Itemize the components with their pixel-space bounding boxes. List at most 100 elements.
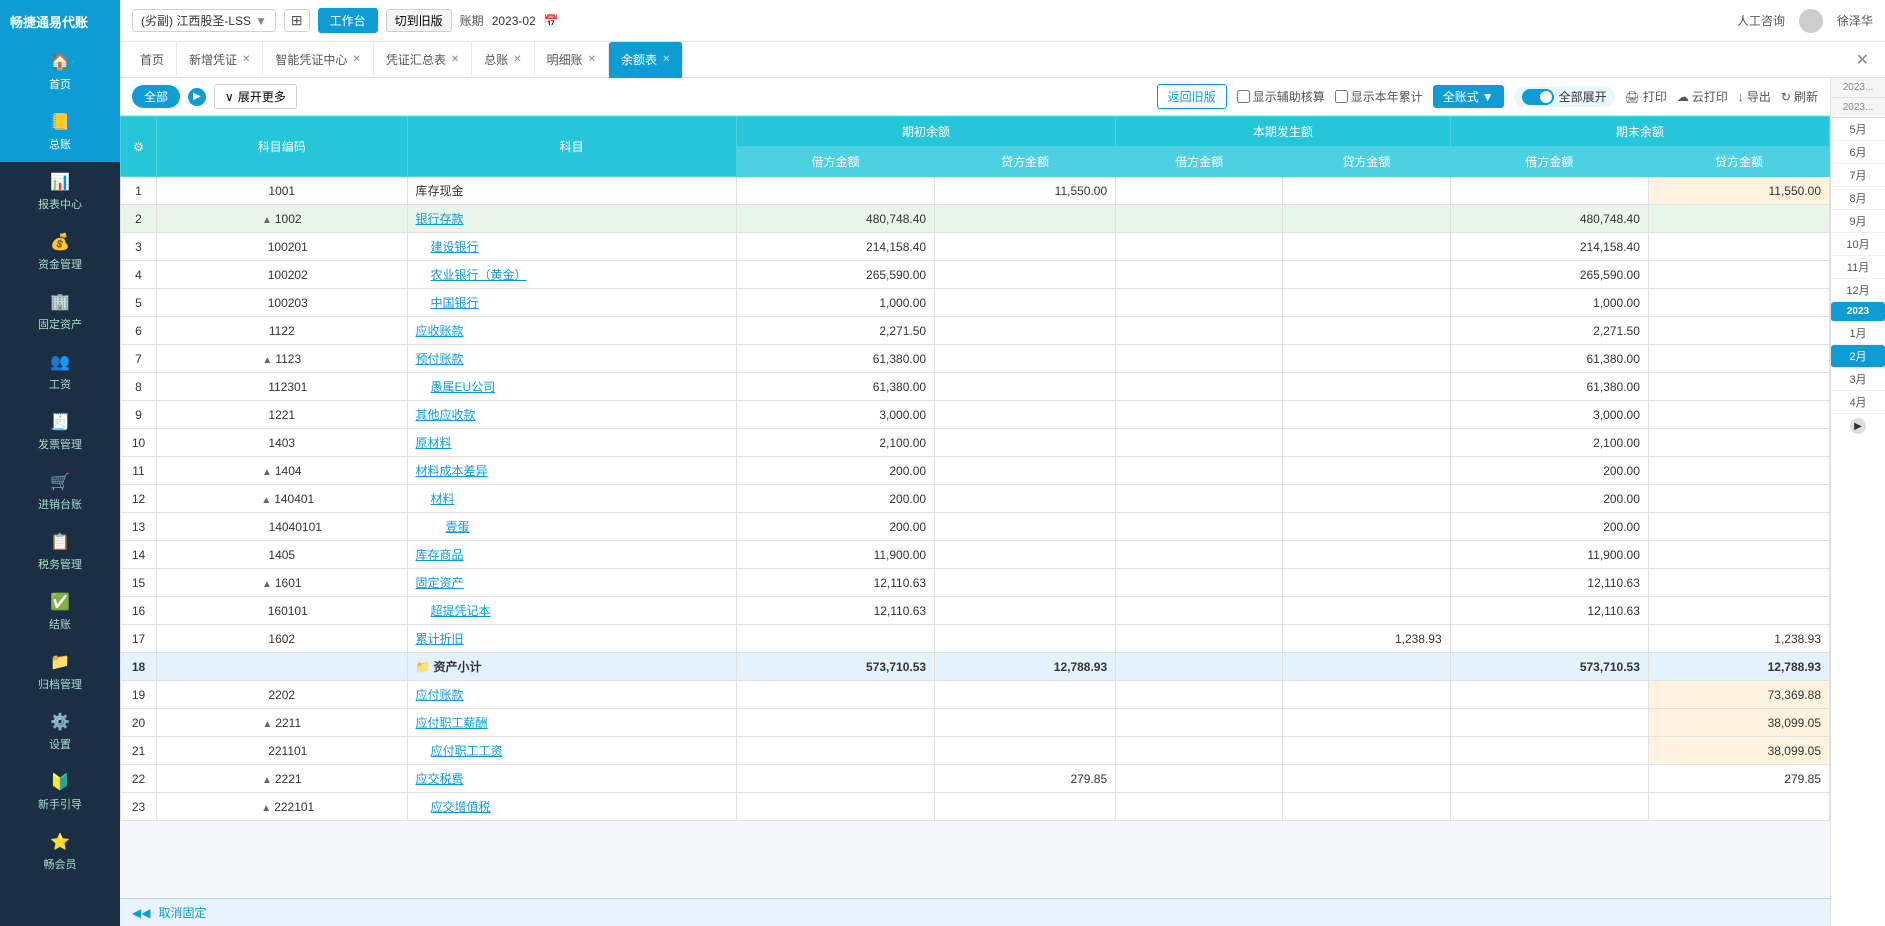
sidebar-item-settings[interactable]: ⚙️ 设置 — [0, 702, 120, 762]
tab-voucher-summary[interactable]: 凭证汇总表 ✕ — [374, 42, 472, 78]
expand-panel-button[interactable]: ▶ — [1831, 414, 1885, 438]
panel-toggle-icon[interactable]: ▶ — [1850, 418, 1866, 434]
content-area: 全部 ▶ ∨ 展开更多 返回旧版 显示辅助核算 — [120, 78, 1885, 926]
month-12[interactable]: 12月 — [1831, 279, 1885, 302]
assets-icon: 🏢 — [50, 292, 70, 312]
row-name[interactable]: 固定资产 — [407, 569, 736, 597]
row-name[interactable]: 应付账款 — [407, 681, 736, 709]
row-name[interactable]: 农业银行（黄金） — [407, 261, 736, 289]
current-debit — [1116, 793, 1283, 821]
consult-link[interactable]: 人工咨询 — [1737, 12, 1785, 29]
export-button[interactable]: ↓ 导出 — [1738, 88, 1771, 105]
row-number: 22 — [121, 765, 157, 793]
sidebar-item-tax[interactable]: 📋 税务管理 — [0, 522, 120, 582]
switch-version-button[interactable]: 切到旧版 — [386, 9, 452, 32]
row-number: 12 — [121, 485, 157, 513]
month-1[interactable]: 1月 — [1831, 322, 1885, 345]
row-name[interactable]: 原材料 — [407, 429, 736, 457]
toggle-switch[interactable] — [1522, 89, 1554, 105]
tab-new-voucher[interactable]: 新增凭证 ✕ — [177, 42, 263, 78]
sidebar-item-invoices[interactable]: 🧾 发票管理 — [0, 402, 120, 462]
sidebar-item-member[interactable]: ⭐ 畅会员 — [0, 822, 120, 882]
row-name[interactable]: 银行存款 — [407, 205, 736, 233]
row-number: 19 — [121, 681, 157, 709]
tab-home[interactable]: 首页 — [128, 42, 177, 78]
month-3[interactable]: 3月 — [1831, 368, 1885, 391]
sidebar-item-archive[interactable]: 📁 归档管理 — [0, 642, 120, 702]
current-credit — [1283, 765, 1450, 793]
sidebar-item-home[interactable]: 🏠 首页 — [0, 42, 120, 102]
workbench-button[interactable]: 工作台 — [318, 8, 378, 33]
sidebar-item-guide[interactable]: 🔰 新手引导 — [0, 762, 120, 822]
row-name[interactable]: 库存商品 — [407, 541, 736, 569]
row-name[interactable]: 超提凭记本 — [407, 597, 736, 625]
show-auxiliary-checkbox[interactable]: 显示辅助核算 — [1237, 88, 1325, 105]
close-icon[interactable]: ✕ — [352, 54, 360, 65]
all-filter-button[interactable]: 全部 — [132, 85, 180, 108]
sidebar-item-reports[interactable]: 📊 报表中心 — [0, 162, 120, 222]
auxiliary-checkbox-input[interactable] — [1237, 90, 1250, 103]
month-11[interactable]: 11月 — [1831, 256, 1885, 279]
sidebar-item-funds[interactable]: 💰 资金管理 — [0, 222, 120, 282]
year-2023[interactable]: 2023 — [1831, 302, 1885, 322]
copy-button[interactable]: ⊞ — [284, 9, 310, 32]
show-year-total-checkbox[interactable]: 显示本年累计 — [1335, 88, 1423, 105]
sidebar-item-settle[interactable]: ✅ 结账 — [0, 582, 120, 642]
row-name[interactable]: 愚属EU公司 — [407, 373, 736, 401]
filter-arrow-button[interactable]: ▶ — [188, 88, 206, 106]
month-2[interactable]: 2月 — [1831, 345, 1885, 368]
row-name[interactable]: 壹蛋 — [407, 513, 736, 541]
month-8[interactable]: 8月 — [1831, 187, 1885, 210]
row-name[interactable]: 材料成本差异 — [407, 457, 736, 485]
close-icon[interactable]: ✕ — [451, 54, 459, 65]
row-name[interactable]: 应付职工工资 — [407, 737, 736, 765]
month-9[interactable]: 9月 — [1831, 210, 1885, 233]
user-name[interactable]: 徐泽华 — [1837, 12, 1873, 29]
row-name[interactable]: 应付职工薪酬 — [407, 709, 736, 737]
row-name[interactable]: 其他应收款 — [407, 401, 736, 429]
th-settings[interactable]: ⚙ — [121, 117, 157, 177]
tab-ledger[interactable]: 总账 ✕ — [472, 42, 534, 78]
close-icon[interactable]: ✕ — [662, 54, 670, 65]
row-name[interactable]: 应交增值税 — [407, 793, 736, 821]
row-name[interactable]: 应交税费 — [407, 765, 736, 793]
month-6[interactable]: 6月 — [1831, 141, 1885, 164]
row-name[interactable]: 中国银行 — [407, 289, 736, 317]
row-name[interactable]: 材料 — [407, 485, 736, 513]
month-4[interactable]: 4月 — [1831, 391, 1885, 414]
tab-label: 新增凭证 — [189, 51, 237, 68]
close-icon[interactable]: ✕ — [242, 54, 250, 65]
row-name[interactable]: 预付账款 — [407, 345, 736, 373]
full-style-button[interactable]: 全账式 ▼ — [1433, 85, 1504, 108]
close-icon[interactable]: ✕ — [513, 54, 521, 65]
month-10[interactable]: 10月 — [1831, 233, 1885, 256]
month-7[interactable]: 7月 — [1831, 164, 1885, 187]
sidebar-item-assets[interactable]: 🏢 固定资产 — [0, 282, 120, 342]
tab-label: 总账 — [484, 51, 508, 68]
close-all-tabs-button[interactable]: ✕ — [1848, 50, 1877, 70]
back-old-version-button[interactable]: 返回旧版 — [1157, 84, 1227, 109]
sidebar-item-ledger[interactable]: 📒 总账 — [0, 102, 120, 162]
expand-all-toggle[interactable]: 全部展开 — [1514, 86, 1615, 107]
refresh-button[interactable]: ↻ 刷新 — [1781, 88, 1818, 105]
tab-label: 明细账 — [547, 51, 583, 68]
print-button[interactable]: 🖨 打印 — [1625, 88, 1667, 105]
expand-more-button[interactable]: ∨ 展开更多 — [214, 84, 297, 109]
row-name[interactable]: 建设银行 — [407, 233, 736, 261]
tab-smart-center[interactable]: 智能凭证中心 ✕ — [263, 42, 373, 78]
sidebar-item-wages[interactable]: 👥 工资 — [0, 342, 120, 402]
tab-balance[interactable]: 余额表 ✕ — [609, 42, 683, 78]
row-name[interactable]: 应收账款 — [407, 317, 736, 345]
tab-detail[interactable]: 明细账 ✕ — [535, 42, 609, 78]
close-icon[interactable]: ✕ — [588, 54, 596, 65]
period-label: 账期 — [460, 12, 484, 29]
company-selector[interactable]: (劣副) 江西股圣-LSS ▼ — [132, 9, 276, 32]
calendar-icon[interactable]: 📅 — [544, 14, 559, 28]
cloud-print-button[interactable]: ☁ 云打印 — [1677, 88, 1728, 105]
year-total-checkbox-input[interactable] — [1335, 90, 1348, 103]
row-name[interactable]: 累计折旧 — [407, 625, 736, 653]
month-5[interactable]: 5月 — [1831, 118, 1885, 141]
sidebar-item-purchase[interactable]: 🛒 进销台账 — [0, 462, 120, 522]
bottom-bar[interactable]: ◀◀ 取消固定 — [120, 898, 1830, 926]
current-debit — [1116, 513, 1283, 541]
